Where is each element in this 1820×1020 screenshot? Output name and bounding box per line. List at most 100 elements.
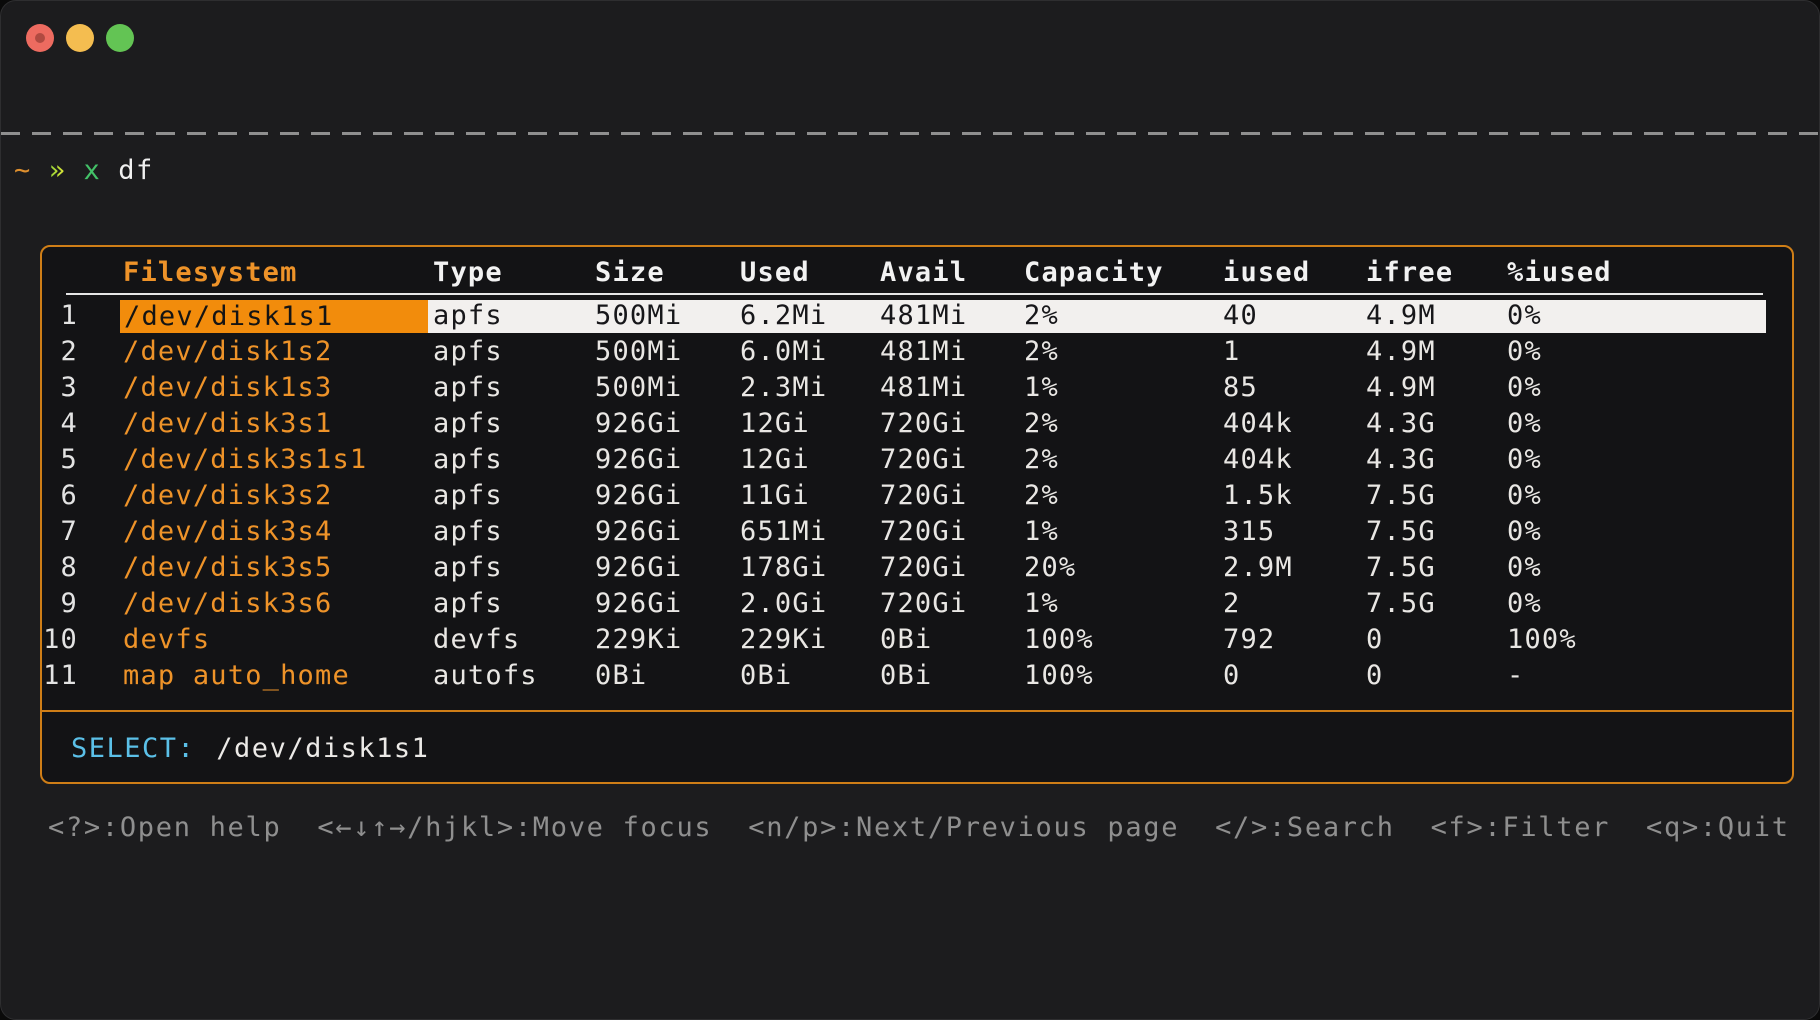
prompt-arrow: »: [49, 147, 67, 195]
row-number: 11: [43, 660, 78, 691]
cell-iused: 1.5k: [1223, 480, 1293, 511]
cell-used: 2.3Mi: [740, 372, 828, 403]
cell-avail: 0Bi: [880, 624, 933, 655]
cell-type: autofs: [433, 660, 538, 691]
cell-filesystem: /dev/disk3s4: [123, 516, 333, 547]
table-row[interactable]: 8/dev/disk3s5 apfs 926Gi 178Gi 720Gi 20% 2.9M 7…: [42, 550, 1792, 586]
cell-piused: 0%: [1507, 336, 1542, 367]
cell-avail: 720Gi: [880, 408, 968, 439]
cell-type: apfs: [433, 516, 503, 547]
cell-avail: 720Gi: [880, 552, 968, 583]
cell-piused: -: [1507, 660, 1525, 691]
prompt-path: ~: [14, 155, 32, 186]
cell-piused: 0%: [1507, 372, 1542, 403]
cell-type: apfs: [433, 300, 503, 331]
cell-iused: 404k: [1223, 444, 1293, 475]
cell-piused: 0%: [1507, 444, 1542, 475]
table-row[interactable]: 9/dev/disk3s6 apfs 926Gi 2.0Gi 720Gi 1% 2 7.5G 0…: [42, 586, 1792, 622]
prompt-separator-line: [1, 132, 1819, 135]
shell-prompt: ~ » x df: [14, 147, 154, 195]
cell-type: apfs: [433, 480, 503, 511]
cell-ifree: 7.5G: [1366, 516, 1436, 547]
table-row[interactable]: 10 devfs devfs 229Ki 229Ki 0Bi 100% 792 0 100%: [42, 622, 1792, 658]
cell-ifree: 4.3G: [1366, 408, 1436, 439]
cell-type: apfs: [433, 372, 503, 403]
select-label: SELECT:: [71, 733, 196, 764]
cell-filesystem: /dev/disk1s3: [123, 372, 333, 403]
row-number: 9: [60, 588, 78, 619]
cell-piused: 0%: [1507, 552, 1542, 583]
cell-capacity: 1%: [1024, 516, 1059, 547]
cell-piused: 0%: [1507, 408, 1542, 439]
cell-filesystem: /dev/disk3s1s1: [123, 444, 368, 475]
column-header-ifree[interactable]: ifree: [1366, 255, 1453, 291]
cell-ifree: 7.5G: [1366, 552, 1436, 583]
cell-ifree: 4.9M: [1366, 300, 1436, 331]
cell-ifree: 4.9M: [1366, 336, 1436, 367]
table-row[interactable]: 6/dev/disk3s2 apfs 926Gi 11Gi 720Gi 2% 1.5k 7.5…: [42, 478, 1792, 514]
select-separator: [40, 710, 1794, 712]
row-number: 6: [60, 480, 78, 511]
cell-filesystem: map auto_home: [123, 660, 350, 691]
table-header-row: Filesystem Type Size Used Avail Capacity iused…: [42, 255, 1792, 291]
cell-avail: 481Mi: [880, 300, 968, 331]
column-header-piused[interactable]: %iused: [1507, 255, 1612, 291]
cell-filesystem: /dev/disk1s2: [123, 336, 333, 367]
column-header-type[interactable]: Type: [433, 255, 503, 291]
column-header-used[interactable]: Used: [740, 255, 810, 291]
cell-size: 926Gi: [595, 588, 683, 619]
cell-size: 926Gi: [595, 480, 683, 511]
row-number: 10: [43, 624, 78, 655]
cell-size: 500Mi: [595, 372, 683, 403]
row-number: 7: [60, 516, 78, 547]
cell-size: 500Mi: [595, 300, 683, 331]
table-row[interactable]: 3/dev/disk1s3 apfs 500Mi 2.3Mi 481Mi 1% 85 4.9M…: [42, 370, 1792, 406]
close-button[interactable]: [26, 24, 54, 52]
cell-size: 926Gi: [595, 408, 683, 439]
cell-capacity: 100%: [1024, 660, 1094, 691]
cell-piused: 0%: [1507, 480, 1542, 511]
cell-filesystem: /dev/disk3s6: [123, 588, 333, 619]
cell-size: 229Ki: [595, 624, 683, 655]
cell-filesystem: /dev/disk3s1: [123, 408, 333, 439]
cell-avail: 720Gi: [880, 444, 968, 475]
cell-piused: 0%: [1507, 588, 1542, 619]
zoom-button[interactable]: [106, 24, 134, 52]
row-number: 5: [60, 444, 78, 475]
cell-used: 2.0Gi: [740, 588, 828, 619]
cell-avail: 0Bi: [880, 660, 933, 691]
cell-iused: 404k: [1223, 408, 1293, 439]
titlebar[interactable]: [1, 1, 1819, 61]
table-row[interactable]: 1/dev/disk1s1 apfs 500Mi 6.2Mi 481Mi 2% 40 4.9M…: [42, 298, 1792, 334]
column-header-iused[interactable]: iused: [1223, 255, 1310, 291]
table-row[interactable]: 11 map auto_home autofs 0Bi 0Bi 0Bi 100% 0 0 -: [42, 658, 1792, 694]
column-header-capacity[interactable]: Capacity: [1024, 255, 1164, 291]
cell-iused: 0: [1223, 660, 1241, 691]
cell-type: apfs: [433, 336, 503, 367]
cell-avail: 481Mi: [880, 372, 968, 403]
cell-iused: 2: [1223, 588, 1241, 619]
terminal-window: ~ » x df Filesystem Type Size Used Avail Capa…: [0, 0, 1820, 1020]
table-row[interactable]: 7/dev/disk3s4 apfs 926Gi 651Mi 720Gi 1% 315 7.5…: [42, 514, 1792, 550]
cell-avail: 481Mi: [880, 336, 968, 367]
table-row[interactable]: 2/dev/disk1s2 apfs 500Mi 6.0Mi 481Mi 2% 1 4.9M 0…: [42, 334, 1792, 370]
header-underline: [66, 293, 1763, 295]
column-header-size[interactable]: Size: [595, 255, 665, 291]
table-row[interactable]: 5/dev/disk3s1s1 apfs 926Gi 12Gi 720Gi 2% 404k 4…: [42, 442, 1792, 478]
column-header-filesystem[interactable]: Filesystem: [123, 255, 298, 291]
minimize-button[interactable]: [66, 24, 94, 52]
cell-piused: 0%: [1507, 300, 1542, 331]
cell-filesystem: /dev/disk3s5: [123, 552, 333, 583]
command-text: df: [118, 155, 154, 186]
row-number: 2: [60, 336, 78, 367]
df-table-panel: Filesystem Type Size Used Avail Capacity iused…: [40, 245, 1794, 784]
cell-size: 926Gi: [595, 444, 683, 475]
cell-size: 500Mi: [595, 336, 683, 367]
table-row[interactable]: 4/dev/disk3s1 apfs 926Gi 12Gi 720Gi 2% 404k 4.3…: [42, 406, 1792, 442]
column-header-avail[interactable]: Avail: [880, 255, 967, 291]
cell-ifree: 0: [1366, 660, 1384, 691]
cell-type: apfs: [433, 552, 503, 583]
cell-used: 12Gi: [740, 408, 810, 439]
cell-filesystem: /dev/disk3s2: [123, 480, 333, 511]
cell-filesystem: devfs: [123, 624, 211, 655]
